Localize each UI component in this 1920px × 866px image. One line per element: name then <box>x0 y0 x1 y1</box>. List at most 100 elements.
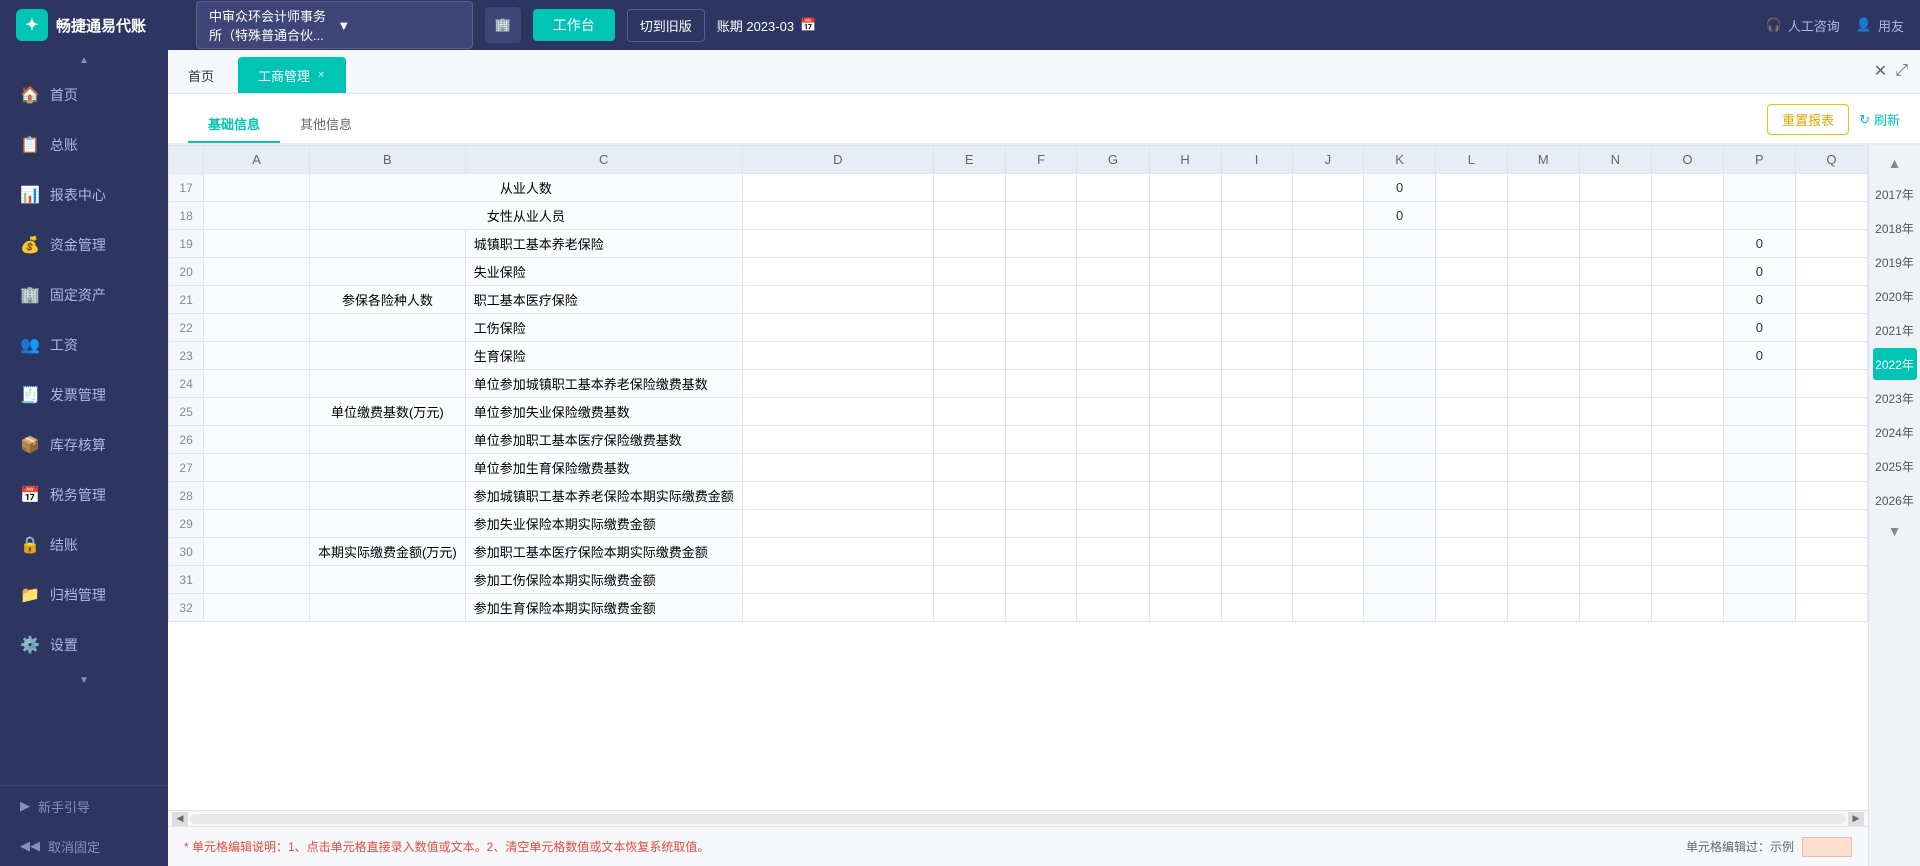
cell-19-c[interactable]: 城镇职工基本养老保险 <box>465 230 742 258</box>
cell-19-k[interactable] <box>1364 230 1436 258</box>
cell-29-f[interactable] <box>1005 510 1077 538</box>
sub-tab-other[interactable]: 其他信息 <box>280 106 372 143</box>
cell-20-g[interactable] <box>1077 258 1149 286</box>
cell-20-m[interactable] <box>1507 258 1579 286</box>
cell-31-o[interactable] <box>1651 566 1723 594</box>
cell-26-c[interactable]: 单位参加职工基本医疗保险缴费基数 <box>465 426 742 454</box>
refresh-button[interactable]: ↻ 刷新 <box>1859 110 1900 129</box>
cell-27-p[interactable] <box>1723 454 1795 482</box>
cell-22-o[interactable] <box>1651 314 1723 342</box>
cell-29-k[interactable] <box>1364 510 1436 538</box>
cell-32-i[interactable] <box>1221 594 1292 622</box>
cell-25-q[interactable] <box>1795 398 1867 426</box>
cell-27-g[interactable] <box>1077 454 1149 482</box>
cell-30-f[interactable] <box>1005 538 1077 566</box>
cell-31-g[interactable] <box>1077 566 1149 594</box>
cell-28-n[interactable] <box>1579 482 1651 510</box>
cell-22-j[interactable] <box>1292 314 1364 342</box>
cell-27-f[interactable] <box>1005 454 1077 482</box>
cell-30-q[interactable] <box>1795 538 1867 566</box>
cell-27-e[interactable] <box>933 454 1005 482</box>
cell-23-f[interactable] <box>1005 342 1077 370</box>
cell-32-c[interactable]: 参加生育保险本期实际缴费金额 <box>465 594 742 622</box>
cell-31-m[interactable] <box>1507 566 1579 594</box>
cell-20-c[interactable]: 失业保险 <box>465 258 742 286</box>
cell-17-e[interactable] <box>933 174 1005 202</box>
cell-25-e[interactable] <box>933 398 1005 426</box>
cell-31-i[interactable] <box>1221 566 1292 594</box>
cell-30-h[interactable] <box>1149 538 1221 566</box>
cell-20-p[interactable]: 0 <box>1723 258 1795 286</box>
year-item-2019[interactable]: 2019年 <box>1873 246 1917 278</box>
scroll-left-arrow[interactable]: ◀ <box>172 812 188 826</box>
cell-29-g[interactable] <box>1077 510 1149 538</box>
cell-21-g[interactable] <box>1077 286 1149 314</box>
cell-26-f[interactable] <box>1005 426 1077 454</box>
cell-19-l[interactable] <box>1436 230 1508 258</box>
cell-18-l[interactable] <box>1436 202 1508 230</box>
cell-24-c[interactable]: 单位参加城镇职工基本养老保险缴费基数 <box>465 370 742 398</box>
cell-30-i[interactable] <box>1221 538 1292 566</box>
cell-32-o[interactable] <box>1651 594 1723 622</box>
cell-22-b[interactable] <box>310 314 466 342</box>
cell-24-f[interactable] <box>1005 370 1077 398</box>
sidebar-unpin[interactable]: ◀◀ 取消固定 <box>0 826 168 866</box>
cell-29-o[interactable] <box>1651 510 1723 538</box>
cell-28-q[interactable] <box>1795 482 1867 510</box>
cell-28-f[interactable] <box>1005 482 1077 510</box>
cell-22-l[interactable] <box>1436 314 1508 342</box>
cell-31-q[interactable] <box>1795 566 1867 594</box>
cell-25-j[interactable] <box>1292 398 1364 426</box>
cell-32-p[interactable] <box>1723 594 1795 622</box>
cell-23-m[interactable] <box>1507 342 1579 370</box>
cell-18-p[interactable] <box>1723 202 1795 230</box>
consulting-area[interactable]: 🎧 人工咨询 <box>1766 16 1840 35</box>
year-item-2023[interactable]: 2023年 <box>1873 382 1917 414</box>
cell-18-i[interactable] <box>1221 202 1292 230</box>
cell-29-n[interactable] <box>1579 510 1651 538</box>
cell-18-k[interactable]: 0 <box>1364 202 1436 230</box>
cell-25-p[interactable] <box>1723 398 1795 426</box>
tab-home[interactable]: 首页 <box>168 57 234 93</box>
cell-27-b[interactable] <box>310 454 466 482</box>
cell-24-k[interactable] <box>1364 370 1436 398</box>
cell-26-e[interactable] <box>933 426 1005 454</box>
workbench-button[interactable]: 工作台 <box>533 9 615 41</box>
cell-21-f[interactable] <box>1005 286 1077 314</box>
cell-31-p[interactable] <box>1723 566 1795 594</box>
user-area[interactable]: 👤 用友 <box>1856 16 1904 35</box>
cell-26-k[interactable] <box>1364 426 1436 454</box>
year-nav-down[interactable]: ▼ <box>1877 517 1913 545</box>
cell-24-h[interactable] <box>1149 370 1221 398</box>
cell-30-k[interactable] <box>1364 538 1436 566</box>
cell-32-f[interactable] <box>1005 594 1077 622</box>
cell-23-p[interactable]: 0 <box>1723 342 1795 370</box>
scroll-right-arrow[interactable]: ▶ <box>1848 812 1864 826</box>
cell-30-p[interactable] <box>1723 538 1795 566</box>
cell-18-h[interactable] <box>1149 202 1221 230</box>
cell-24-g[interactable] <box>1077 370 1149 398</box>
cell-19-d[interactable] <box>742 230 933 258</box>
cell-25-i[interactable] <box>1221 398 1292 426</box>
cell-21-a[interactable] <box>204 286 310 314</box>
cell-32-q[interactable] <box>1795 594 1867 622</box>
cell-23-q[interactable] <box>1795 342 1867 370</box>
cell-21-h[interactable] <box>1149 286 1221 314</box>
cell-26-n[interactable] <box>1579 426 1651 454</box>
cell-23-n[interactable] <box>1579 342 1651 370</box>
cell-22-p[interactable]: 0 <box>1723 314 1795 342</box>
cell-22-g[interactable] <box>1077 314 1149 342</box>
reset-report-button[interactable]: 重置报表 <box>1767 104 1849 135</box>
cell-23-c[interactable]: 生育保险 <box>465 342 742 370</box>
cell-26-h[interactable] <box>1149 426 1221 454</box>
sidebar-item-finance[interactable]: 💰 资金管理 <box>0 220 168 270</box>
cell-28-m[interactable] <box>1507 482 1579 510</box>
cell-32-m[interactable] <box>1507 594 1579 622</box>
cell-22-c[interactable]: 工伤保险 <box>465 314 742 342</box>
cell-32-j[interactable] <box>1292 594 1364 622</box>
cell-30-g[interactable] <box>1077 538 1149 566</box>
cell-27-a[interactable] <box>204 454 310 482</box>
cell-32-a[interactable] <box>204 594 310 622</box>
cell-19-e[interactable] <box>933 230 1005 258</box>
cell-18-n[interactable] <box>1579 202 1651 230</box>
